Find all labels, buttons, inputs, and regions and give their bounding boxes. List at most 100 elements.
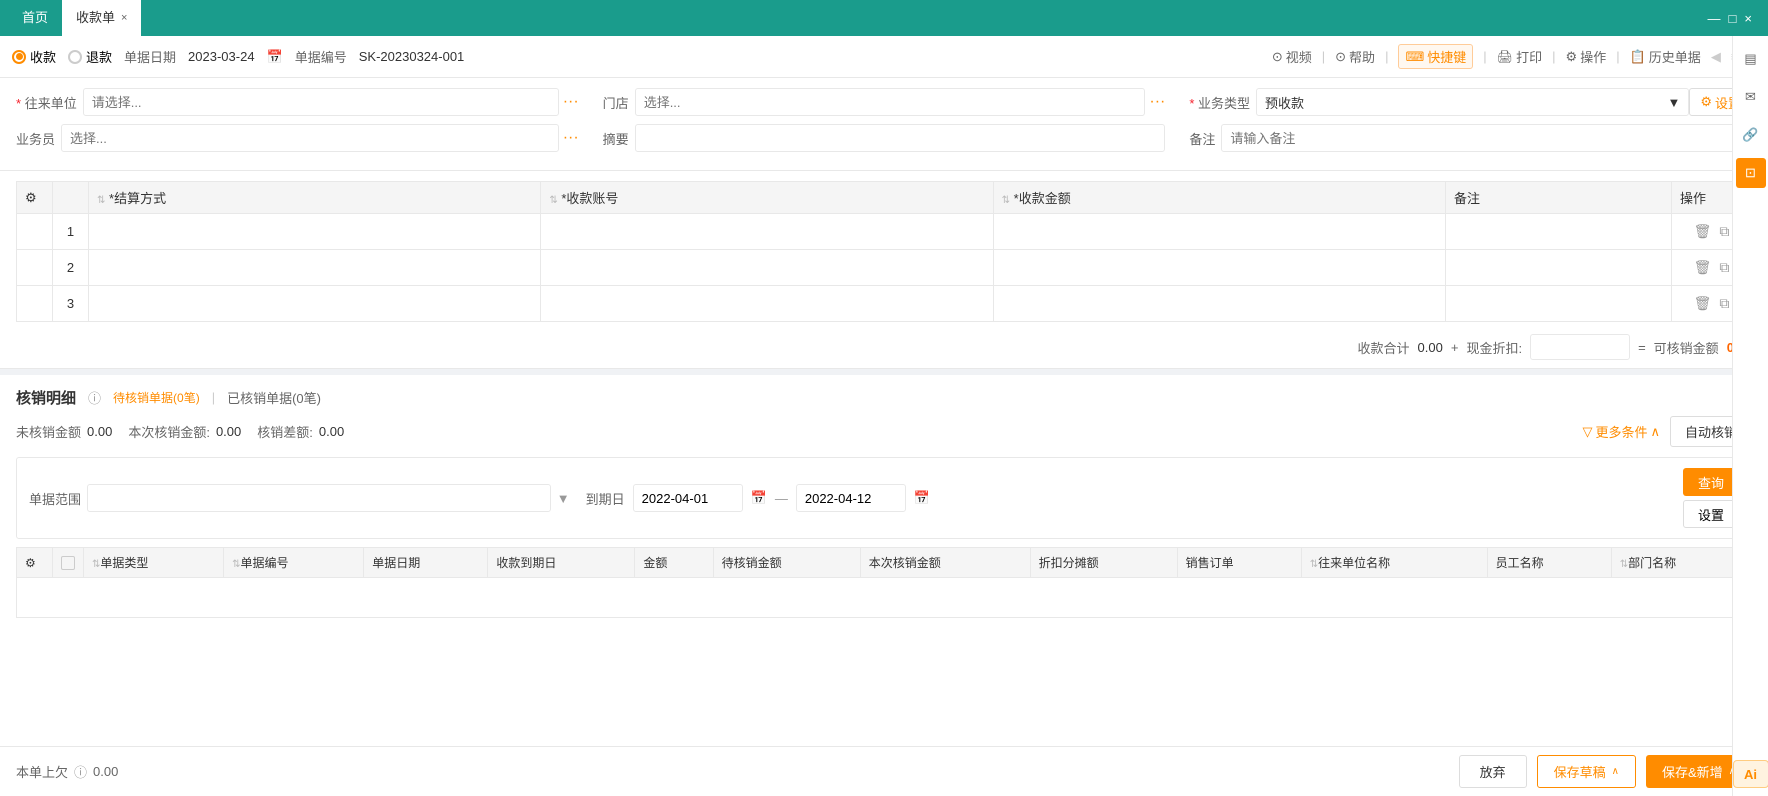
verify-meta-right: ▽ 更多条件 ∧ 自动核销	[1582, 416, 1752, 447]
discount-label: 现金折扣:	[1466, 338, 1522, 357]
remark-input[interactable]	[1221, 124, 1752, 152]
bth-order: 销售订单	[1177, 548, 1301, 578]
due-date-to-input[interactable]	[796, 484, 906, 512]
summary-field: 摘要	[603, 124, 1166, 152]
done-tab[interactable]: 已核销单据(0笔)	[227, 388, 321, 407]
pending-tab[interactable]: 待核销单据(0笔)	[113, 389, 200, 406]
bth-staff: 员工名称	[1487, 548, 1611, 578]
select-all-checkbox[interactable]	[61, 556, 75, 570]
query-button[interactable]: 查询	[1683, 468, 1739, 496]
diff-label: 核销差额:	[257, 422, 313, 441]
minimize-icon[interactable]: —	[1708, 11, 1721, 26]
row3-amount[interactable]	[993, 286, 1445, 322]
sidebar-crop-icon[interactable]: ⊡	[1736, 158, 1766, 188]
row3-payment[interactable]	[89, 286, 541, 322]
row2-copy-icon[interactable]: ⧉	[1719, 259, 1729, 276]
row2-account[interactable]	[541, 250, 993, 286]
sidebar-ai-button[interactable]: Ai	[1733, 760, 1768, 788]
tab-receipt[interactable]: 收款单 ×	[62, 0, 141, 36]
bth-due-date: 收款到期日	[488, 548, 635, 578]
summary-input[interactable]	[635, 124, 1166, 152]
row1-amount[interactable]	[993, 214, 1445, 250]
video-label: 视频	[1286, 47, 1312, 66]
window-close-icon[interactable]: ×	[1744, 11, 1752, 26]
operations-icon: ⚙	[1566, 49, 1578, 65]
row3-remark[interactable]	[1445, 286, 1671, 322]
row3-delete-icon[interactable]: 🗑	[1694, 295, 1712, 312]
due-date-from-input[interactable]	[633, 484, 743, 512]
more-conditions-btn[interactable]: ▽ 更多条件 ∧	[1582, 422, 1660, 441]
radio-receipt[interactable]: 收款	[12, 47, 56, 66]
partner-input[interactable]	[83, 88, 559, 116]
th-settings[interactable]: ⚙	[17, 182, 53, 214]
th-payment-method: ⇅ *结算方式	[89, 182, 541, 214]
more-conditions-label: 更多条件	[1595, 422, 1647, 441]
video-btn[interactable]: ⊙ 视频	[1272, 47, 1312, 66]
help-icon: ⊙	[1335, 49, 1346, 65]
help-btn[interactable]: ⊙ 帮助	[1335, 47, 1375, 66]
th-remark: 备注	[1445, 182, 1671, 214]
row1-account[interactable]	[541, 214, 993, 250]
row1-remark[interactable]	[1445, 214, 1671, 250]
print-label: 打印	[1516, 47, 1542, 66]
current-label: 本次核销金额:	[128, 422, 210, 441]
range-chevron-icon[interactable]: ▼	[557, 491, 570, 506]
bth-dept: ⇅部门名称	[1611, 548, 1751, 578]
sidebar-link-icon[interactable]: 🔗	[1736, 120, 1766, 150]
tab-close-icon[interactable]: ×	[121, 0, 127, 36]
tab-home[interactable]: 首页	[8, 0, 62, 36]
business-type-chevron: ▼	[1667, 95, 1680, 110]
row2-amount[interactable]	[993, 250, 1445, 286]
due-date-label: 到期日	[586, 489, 625, 508]
business-type-select[interactable]: 预收款 ▼	[1256, 88, 1689, 116]
row1-payment[interactable]	[89, 214, 541, 250]
row2-num: 2	[53, 250, 89, 286]
row2-delete-icon[interactable]: 🗑	[1694, 259, 1712, 276]
range-select-input[interactable]	[87, 484, 551, 512]
from-calendar-icon[interactable]: 📅	[751, 490, 767, 506]
bth-checkbox[interactable]	[53, 548, 84, 578]
main-content: 收款 退款 单据日期 2023-03-24 📅 单据编号 SK-20230324…	[0, 36, 1768, 796]
row3-account[interactable]	[541, 286, 993, 322]
sidebar-mail-icon[interactable]: ✉	[1736, 82, 1766, 112]
verify-info-icon: ⓘ	[88, 388, 101, 407]
date-range-field: 到期日 📅 — 📅	[586, 484, 1667, 512]
partner-more-icon[interactable]: ···	[563, 93, 579, 111]
staff-label: 业务员	[16, 129, 61, 148]
filter-icon: ▽	[1582, 424, 1592, 440]
shortcut-label: 快捷键	[1427, 47, 1466, 66]
calendar-icon[interactable]: 📅	[267, 49, 283, 65]
shop-label: 门店	[603, 93, 635, 112]
operations-btn[interactable]: ⚙ 操作	[1566, 47, 1607, 66]
staff-field: 业务员 ···	[16, 124, 579, 152]
bottom-table: ⚙ ⇅单据类型 ⇅单据编号 单据日期 收款到期日 金额 待	[16, 547, 1752, 618]
sidebar-table-icon[interactable]: ▤	[1736, 44, 1766, 74]
table-section: ⚙ ⇅ *结算方式 ⇅ *收款账号 ⇅ *收款金额 备注	[0, 171, 1768, 326]
bottom-table-header-row: ⚙ ⇅单据类型 ⇅单据编号 单据日期 收款到期日 金额 待	[17, 548, 1752, 578]
tab-receipt-label: 收款单	[76, 0, 115, 36]
shop-more-icon[interactable]: ···	[1149, 93, 1165, 111]
row1-delete-icon[interactable]: 🗑	[1694, 223, 1712, 240]
staff-input[interactable]	[61, 124, 559, 152]
shortcut-btn[interactable]: ⌨ 快捷键	[1398, 44, 1473, 69]
staff-more-icon[interactable]: ···	[563, 129, 579, 147]
discount-input[interactable]	[1530, 334, 1630, 360]
save-draft-button[interactable]: 保存草稿 ∧	[1537, 755, 1636, 788]
row3-copy-icon[interactable]: ⧉	[1719, 295, 1729, 312]
verify-header: 核销明细 ⓘ 待核销单据(0笔) | 已核销单据(0笔)	[16, 387, 1752, 408]
history-btn[interactable]: 📋 历史单据	[1630, 47, 1701, 66]
radio-refund[interactable]: 退款	[68, 47, 112, 66]
shop-input[interactable]	[635, 88, 1146, 116]
table-settings-button[interactable]: 设置	[1683, 500, 1739, 528]
bth-settings[interactable]: ⚙	[17, 548, 53, 578]
to-calendar-icon[interactable]: 📅	[914, 490, 930, 506]
maximize-icon[interactable]: □	[1729, 11, 1737, 26]
row2-remark[interactable]	[1445, 250, 1671, 286]
radio-receipt-circle	[12, 50, 26, 64]
right-sidebar: ▤ ✉ 🔗 ⊡ Ai	[1732, 36, 1768, 796]
print-btn[interactable]: 🖨 打印	[1497, 47, 1543, 66]
abandon-button[interactable]: 放弃	[1459, 755, 1527, 788]
current-value: 0.00	[216, 424, 241, 439]
row2-payment[interactable]	[89, 250, 541, 286]
row1-copy-icon[interactable]: ⧉	[1719, 223, 1729, 240]
